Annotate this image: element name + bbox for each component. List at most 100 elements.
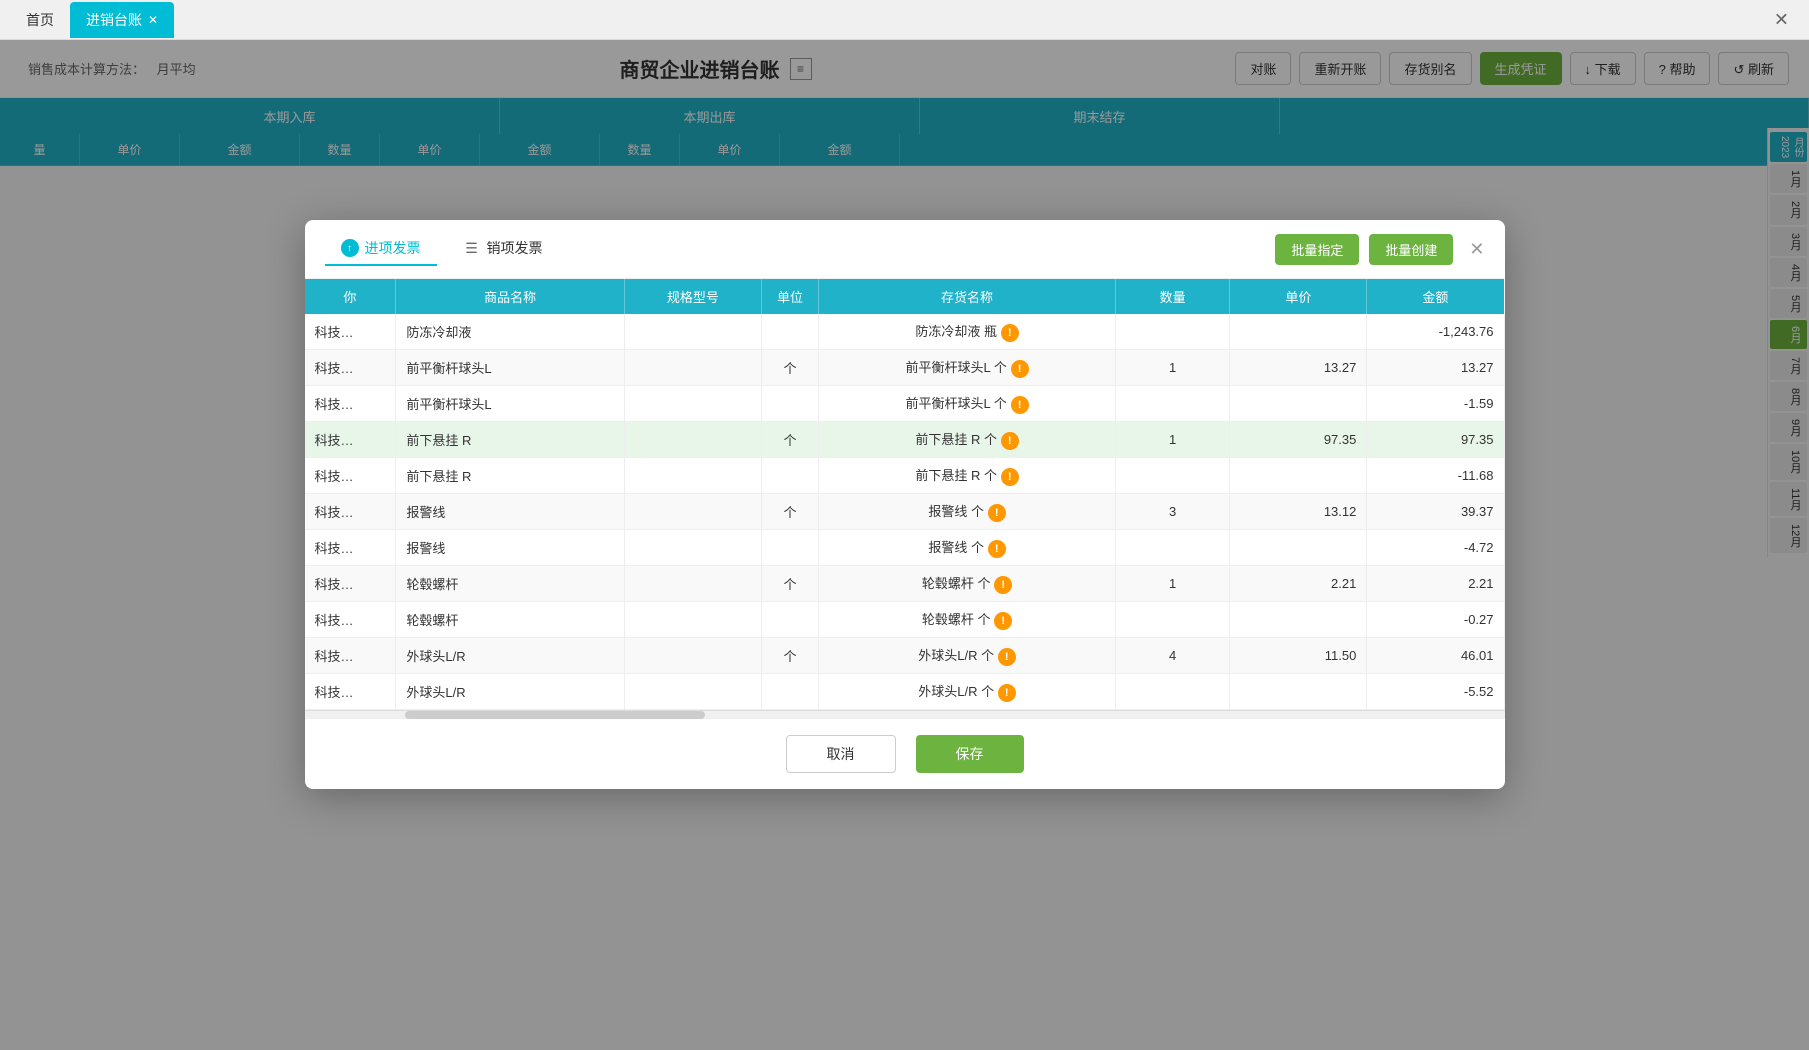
incoming-invoice-icon: ↑ [341, 239, 359, 257]
batch-assign-button[interactable]: 批量指定 [1275, 234, 1359, 265]
cell-price [1230, 674, 1367, 710]
col-header-amount: 金额 [1367, 279, 1504, 314]
cell-unit [761, 530, 818, 566]
modal-header-buttons: 批量指定 批量创建 [1275, 234, 1453, 265]
warning-icon: ! [994, 576, 1012, 594]
cell-company: 科技… [305, 638, 396, 674]
cell-amount: 46.01 [1367, 638, 1504, 674]
cell-qty [1116, 674, 1230, 710]
cell-amount: 97.35 [1367, 422, 1504, 458]
cell-qty [1116, 386, 1230, 422]
table-row[interactable]: 科技… 轮毂螺杆 轮毂螺杆 个 ! -0.27 [305, 602, 1505, 638]
cell-product-name: 外球头L/R [396, 638, 624, 674]
cell-qty [1116, 530, 1230, 566]
cell-qty [1116, 314, 1230, 350]
table-row[interactable]: 科技… 前下悬挂 R 前下悬挂 R 个 ! -11.68 [305, 458, 1505, 494]
table-row[interactable]: 科技… 前平衡杆球头L 前平衡杆球头L 个 ! -1.59 [305, 386, 1505, 422]
cell-unit: 个 [761, 422, 818, 458]
cell-spec [624, 386, 761, 422]
warning-icon: ! [988, 504, 1006, 522]
cell-amount: -0.27 [1367, 602, 1504, 638]
cell-price: 13.27 [1230, 350, 1367, 386]
cell-product-name: 前下悬挂 R [396, 458, 624, 494]
cell-stock: 外球头L/R 个 ! [819, 674, 1116, 710]
table-row[interactable]: 科技… 防冻冷却液 防冻冷却液 瓶 ! -1,243.76 [305, 314, 1505, 350]
modal-footer: 取消 保存 [305, 718, 1505, 789]
cell-amount: 13.27 [1367, 350, 1504, 386]
cell-stock: 外球头L/R 个 ! [819, 638, 1116, 674]
modal-tab-incoming-invoice[interactable]: ↑ 进项发票 [325, 232, 437, 266]
cell-stock: 防冻冷却液 瓶 ! [819, 314, 1116, 350]
cell-product-name: 轮毂螺杆 [396, 602, 624, 638]
cell-spec [624, 530, 761, 566]
col-header-price: 单价 [1230, 279, 1367, 314]
cell-price [1230, 530, 1367, 566]
cell-stock: 前平衡杆球头L 个 ! [819, 386, 1116, 422]
cell-spec [624, 314, 761, 350]
cell-amount: -1.59 [1367, 386, 1504, 422]
table-row[interactable]: 科技… 前平衡杆球头L 个 前平衡杆球头L 个 ! 1 13.27 13.27 [305, 350, 1505, 386]
save-button[interactable]: 保存 [916, 735, 1024, 773]
window-close-button[interactable]: ✕ [1774, 9, 1789, 30]
cell-company: 科技… [305, 494, 396, 530]
table-row[interactable]: 科技… 外球头L/R 外球头L/R 个 ! -5.52 [305, 674, 1505, 710]
table-row[interactable]: 科技… 报警线 报警线 个 ! -4.72 [305, 530, 1505, 566]
cell-stock: 前平衡杆球头L 个 ! [819, 350, 1116, 386]
warning-icon: ! [1011, 396, 1029, 414]
cell-qty [1116, 458, 1230, 494]
tab-bar: 首页 进销台账 ✕ ✕ [0, 0, 1809, 40]
cell-unit [761, 674, 818, 710]
warning-icon: ! [998, 684, 1016, 702]
warning-icon: ! [1011, 360, 1029, 378]
cancel-button[interactable]: 取消 [786, 735, 896, 773]
warning-icon: ! [1001, 324, 1019, 342]
cell-spec [624, 566, 761, 602]
cell-product-name: 外球头L/R [396, 674, 624, 710]
cell-unit: 个 [761, 566, 818, 602]
cell-amount: 39.37 [1367, 494, 1504, 530]
cell-qty: 1 [1116, 422, 1230, 458]
modal-data-table: 你 商品名称 规格型号 单位 存货名称 数量 单价 金额 科技… 防冻冷却液 [305, 279, 1505, 710]
cell-qty: 3 [1116, 494, 1230, 530]
cell-unit [761, 314, 818, 350]
cell-company: 科技… [305, 674, 396, 710]
warning-icon: ! [1001, 468, 1019, 486]
cell-company: 科技… [305, 314, 396, 350]
warning-icon: ! [994, 612, 1012, 630]
warning-icon: ! [988, 540, 1006, 558]
table-row[interactable]: 科技… 报警线 个 报警线 个 ! 3 13.12 39.37 [305, 494, 1505, 530]
table-row[interactable]: 科技… 外球头L/R 个 外球头L/R 个 ! 4 11.50 46.01 [305, 638, 1505, 674]
cell-amount: -5.52 [1367, 674, 1504, 710]
cell-company: 科技… [305, 386, 396, 422]
col-header-stock: 存货名称 [819, 279, 1116, 314]
modal-header: ↑ 进项发票 ☰ 销项发票 批量指定 批量创建 ✕ [305, 220, 1505, 279]
modal-horizontal-scrollbar[interactable] [305, 710, 1505, 718]
cell-product-name: 轮毂螺杆 [396, 566, 624, 602]
modal-scrollbar-thumb[interactable] [405, 711, 705, 719]
warning-icon: ! [1001, 432, 1019, 450]
col-header-unit: 单位 [761, 279, 818, 314]
cell-unit [761, 602, 818, 638]
modal-close-button[interactable]: ✕ [1469, 240, 1484, 258]
table-row[interactable]: 科技… 前下悬挂 R 个 前下悬挂 R 个 ! 1 97.35 97.35 [305, 422, 1505, 458]
table-row[interactable]: 科技… 轮毂螺杆 个 轮毂螺杆 个 ! 1 2.21 2.21 [305, 566, 1505, 602]
cell-unit: 个 [761, 494, 818, 530]
cell-stock: 报警线 个 ! [819, 494, 1116, 530]
cell-stock: 前下悬挂 R 个 ! [819, 422, 1116, 458]
cell-price: 2.21 [1230, 566, 1367, 602]
cell-unit [761, 386, 818, 422]
cell-amount: -1,243.76 [1367, 314, 1504, 350]
main-area: 销售成本计算方法： 月平均 商贸企业进销台账 ≡ 对账 重新开账 存货别名 生成… [0, 40, 1809, 1050]
cell-product-name: 前下悬挂 R [396, 422, 624, 458]
modal-tab-outgoing-invoice[interactable]: ☰ 销项发票 [447, 232, 559, 266]
batch-create-button[interactable]: 批量创建 [1369, 234, 1453, 265]
tab-ledger[interactable]: 进销台账 ✕ [70, 2, 174, 38]
modal-table-body: 科技… 防冻冷却液 防冻冷却液 瓶 ! -1,243.76 科技… 前平衡杆球头… [305, 314, 1505, 710]
tab-home[interactable]: 首页 [10, 2, 70, 38]
cell-stock: 轮毂螺杆 个 ! [819, 602, 1116, 638]
cell-product-name: 前平衡杆球头L [396, 350, 624, 386]
cell-price: 11.50 [1230, 638, 1367, 674]
cell-price [1230, 386, 1367, 422]
tab-ledger-close[interactable]: ✕ [148, 13, 158, 27]
cell-company: 科技… [305, 458, 396, 494]
